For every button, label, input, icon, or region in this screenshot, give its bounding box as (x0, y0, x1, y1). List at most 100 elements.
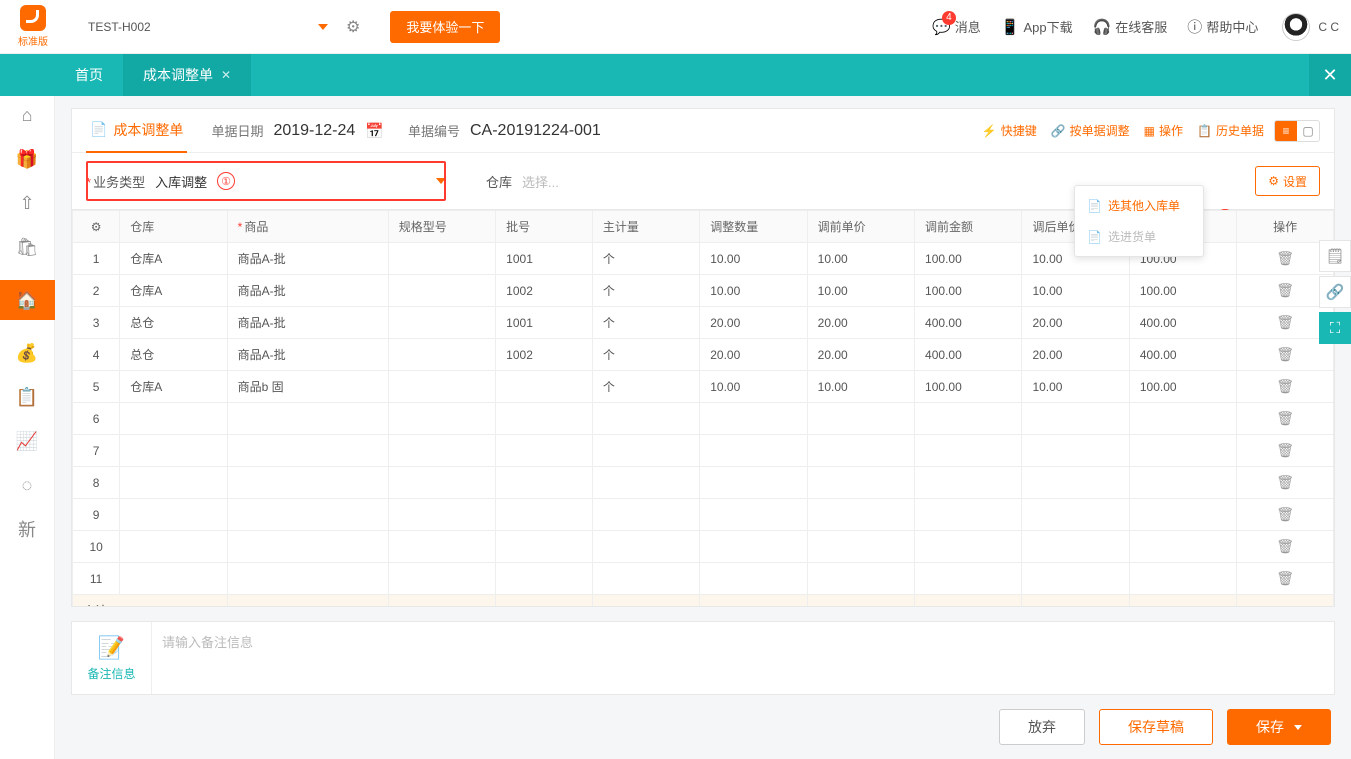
history-action[interactable]: 📋历史单据 (1197, 122, 1264, 139)
table-row-empty[interactable]: 11🗑 (73, 563, 1334, 595)
remark-title: 备注信息 (87, 665, 135, 682)
delete-row-icon[interactable]: 🗑 (1276, 506, 1294, 522)
settings-icon[interactable]: ⚙ (346, 17, 360, 37)
delete-row-icon[interactable]: 🗑 (1276, 442, 1294, 458)
col-warehouse: 仓库 (120, 211, 227, 243)
table-row-empty[interactable]: 10🗑 (73, 531, 1334, 563)
save-draft-button[interactable]: 保存草稿 (1099, 709, 1213, 745)
tab-close-icon[interactable]: ✕ (221, 68, 231, 82)
discard-button[interactable]: 放弃 (999, 709, 1085, 745)
table-row[interactable]: 2仓库A商品A-批1002个10.0010.00100.0010.00100.0… (73, 275, 1334, 307)
list-view-icon[interactable]: ≡ (1275, 121, 1297, 141)
dock-link-icon[interactable]: 🔗 (1319, 276, 1351, 308)
remark-section: 📝 备注信息 (71, 621, 1335, 695)
messages-link[interactable]: 💬 消息 4 (932, 17, 981, 36)
logo-icon (20, 5, 46, 31)
col-spec: 规格型号 (388, 211, 495, 243)
source-order-menu: 📄选其他入库单 📄选进货单 (1074, 185, 1204, 257)
bolt-icon: ⚡ (982, 124, 997, 138)
table-row-empty[interactable]: 7🗑 (73, 435, 1334, 467)
tab-cost-adjust[interactable]: 成本调整单✕ (123, 54, 251, 96)
operations-action[interactable]: ▦操作 (1144, 122, 1183, 139)
nav-money-icon[interactable]: 💰 (16, 342, 38, 364)
remark-input[interactable] (152, 622, 1334, 694)
by-order-action[interactable]: 🔗按单据调整 (1051, 122, 1130, 139)
subtotal-label: 小计 (73, 595, 228, 608)
delete-row-icon[interactable]: 🗑 (1276, 474, 1294, 490)
note-icon: 📝 (98, 635, 125, 661)
biz-type-field[interactable]: *业务类型 入库调整 ① (86, 172, 446, 191)
doc-icon: 📄 (1087, 199, 1102, 213)
delete-row-icon[interactable]: 🗑 (1276, 538, 1294, 554)
table-row-empty[interactable]: 8🗑 (73, 467, 1334, 499)
warehouse-field[interactable]: 仓库 选择... (486, 172, 559, 191)
gear-icon: ⚙ (1268, 174, 1279, 188)
table-row[interactable]: 5仓库A商品b 固个10.0010.00100.0010.00100.00🗑 (73, 371, 1334, 403)
table-row-empty[interactable]: 6🗑 (73, 403, 1334, 435)
delete-row-icon[interactable]: 🗑 (1276, 250, 1294, 266)
col-product: *商品 (227, 211, 388, 243)
no-label: 单据编号 (408, 121, 460, 140)
nav-home-icon[interactable]: ⌂ (16, 104, 38, 126)
col-pre-price: 调前单价 (807, 211, 914, 243)
col-batch: 批号 (496, 211, 593, 243)
table-row-empty[interactable]: 9🗑 (73, 499, 1334, 531)
brand-logo: 标准版 (12, 5, 54, 48)
delete-row-icon[interactable]: 🗑 (1276, 314, 1294, 330)
subtotal-pre-amount: 1100.00 (915, 595, 1022, 608)
dock-expand-icon[interactable]: ⛶ (1319, 312, 1351, 344)
shortcut-action[interactable]: ⚡快捷键 (982, 122, 1037, 139)
trial-button[interactable]: 我要体验一下 (390, 11, 500, 43)
col-gear[interactable]: ⚙ (73, 211, 120, 243)
app-download-link[interactable]: 📱 App下载 (1001, 17, 1073, 36)
org-name: TEST-H002 (88, 20, 151, 34)
tab-home[interactable]: 首页 (55, 54, 123, 96)
side-nav: ⌂ 🎁 ⇧ 🛍 🏠 💰 📋 📈 ◌ 新 (0, 54, 55, 759)
help-link[interactable]: ⓘ 帮助中心 (1187, 16, 1258, 37)
save-button[interactable]: 保存 (1227, 709, 1331, 745)
link-icon: 🔗 (1051, 124, 1066, 138)
card-view-icon[interactable]: ▢ (1297, 121, 1319, 141)
doc-type-tab[interactable]: 📄 成本调整单 (86, 109, 187, 153)
nav-new-icon[interactable]: 新 (16, 518, 38, 540)
phone-icon: 📱 (1001, 18, 1020, 36)
delete-row-icon[interactable]: 🗑 (1276, 570, 1294, 586)
col-ops: 操作 (1237, 211, 1334, 243)
delete-row-icon[interactable]: 🗑 (1276, 282, 1294, 298)
message-badge: 4 (942, 11, 956, 25)
org-selector[interactable]: TEST-H002 (78, 12, 338, 42)
nav-report-icon[interactable]: 📈 (16, 430, 38, 452)
nav-clipboard-icon[interactable]: 📋 (16, 386, 38, 408)
table-row[interactable]: 3总仓商品A-批1001个20.0020.00400.0020.00400.00… (73, 307, 1334, 339)
date-label: 单据日期 (211, 121, 263, 140)
chevron-down-icon (1294, 725, 1302, 730)
nav-warehouse-icon[interactable]: 🏠 (0, 280, 55, 320)
user-name: C C (1318, 20, 1339, 34)
nav-house-up-icon[interactable]: ⇧ (16, 192, 38, 214)
user-avatar[interactable] (1282, 13, 1310, 41)
items-table: ⚙ 仓库 *商品 规格型号 批号 主计量 调整数量 调前单价 调前金额 调后单价… (72, 210, 1334, 607)
grid-icon: ▦ (1144, 124, 1155, 138)
delete-row-icon[interactable]: 🗑 (1276, 346, 1294, 362)
settings-button[interactable]: ⚙设置 (1255, 166, 1320, 196)
support-link[interactable]: 🎧 在线客服 (1093, 17, 1168, 36)
menu-other-inbound[interactable]: 📄选其他入库单 (1075, 190, 1203, 221)
delete-row-icon[interactable]: 🗑 (1276, 410, 1294, 426)
annotation-1: ① (217, 172, 235, 190)
calendar-icon[interactable]: 📅 (365, 122, 384, 140)
close-all-tabs[interactable]: ✕ (1309, 54, 1351, 96)
col-qty: 调整数量 (700, 211, 807, 243)
delete-row-icon[interactable]: 🗑 (1276, 378, 1294, 394)
table-row[interactable]: 4总仓商品A-批1002个20.0020.00400.0020.00400.00… (73, 339, 1334, 371)
col-pre-amount: 调前金额 (915, 211, 1022, 243)
nav-bag-icon[interactable]: 🛍 (16, 236, 38, 258)
nav-loading-icon[interactable]: ◌ (16, 474, 38, 496)
nav-gift-icon[interactable]: 🎁 (16, 148, 38, 170)
view-toggle[interactable]: ≡ ▢ (1274, 120, 1320, 142)
headset-icon: 🎧 (1093, 18, 1112, 36)
menu-purchase-order: 📄选进货单 (1075, 221, 1203, 252)
chevron-down-icon (318, 24, 328, 30)
dock-note-icon[interactable]: 🗒 (1319, 240, 1351, 272)
doc-date[interactable]: 2019-12-24 (273, 122, 355, 140)
col-unit: 主计量 (592, 211, 699, 243)
